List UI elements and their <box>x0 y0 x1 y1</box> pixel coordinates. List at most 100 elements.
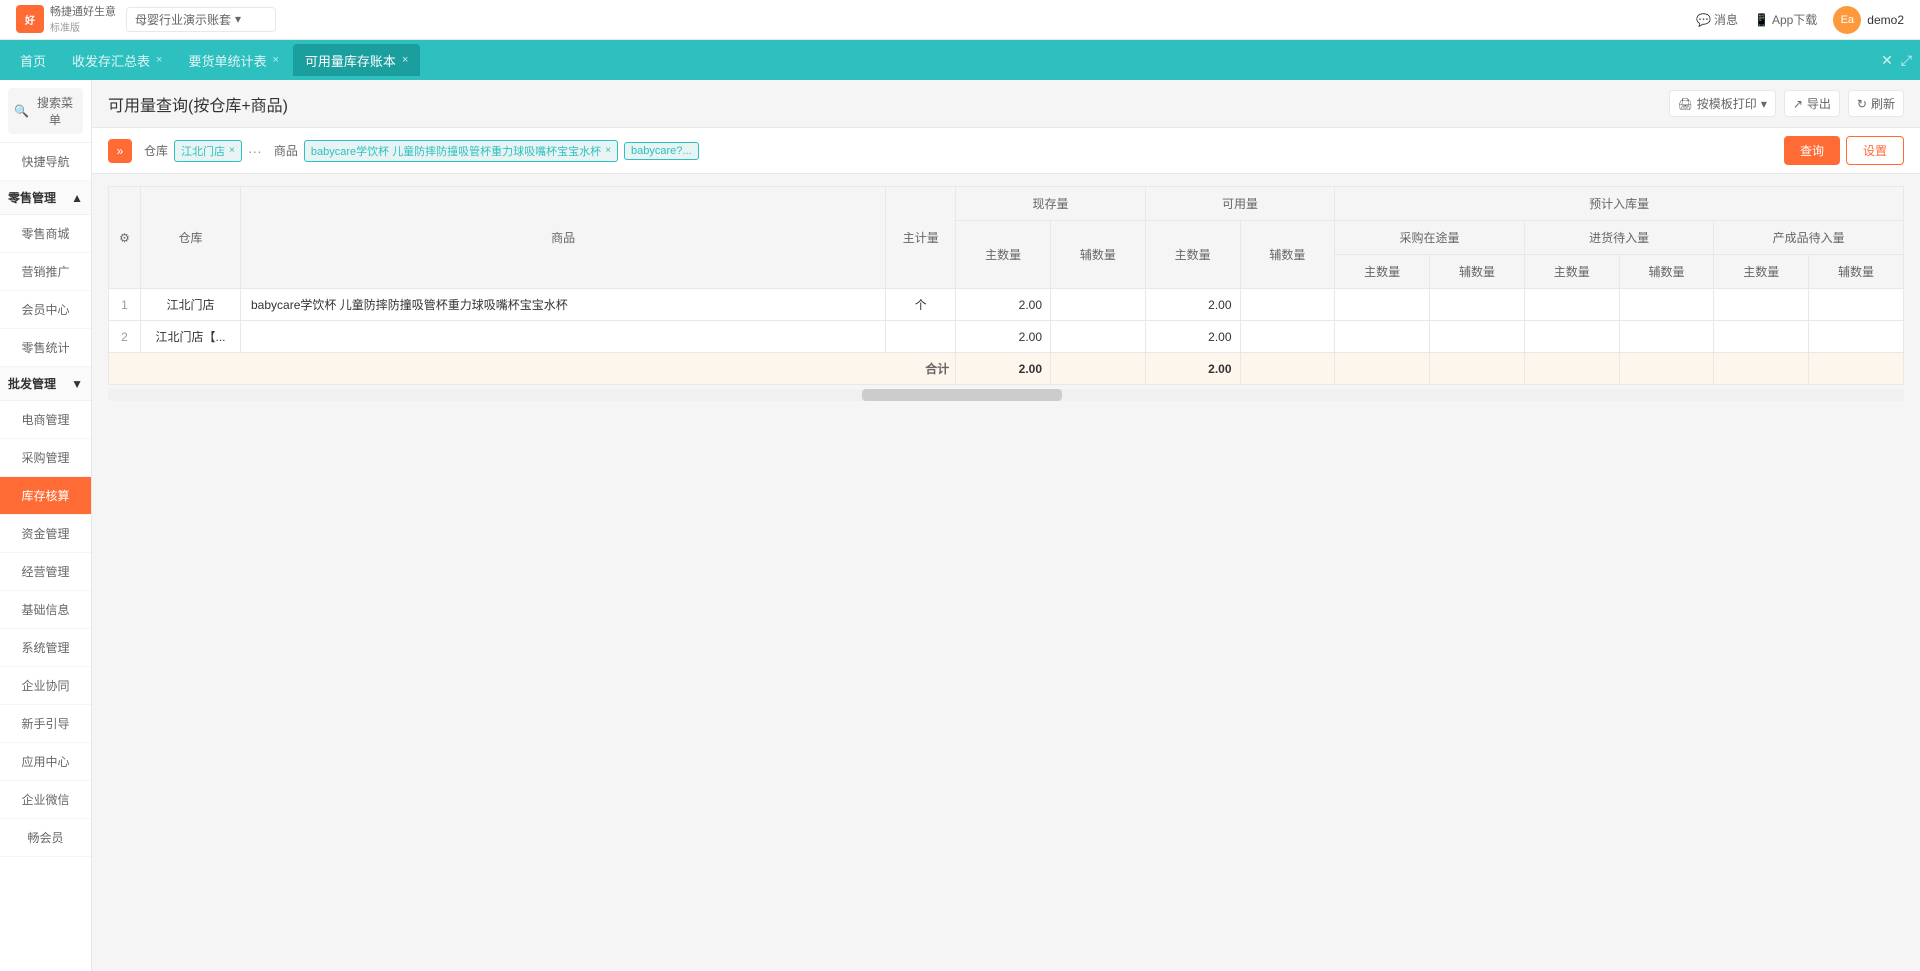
row-stock-aux <box>1051 289 1146 321</box>
refresh-label: 刷新 <box>1871 95 1895 112</box>
content-area: 可用量查询(按仓库+商品) 🖨 按模板打印 ▾ ↗ 导出 ↻ 刷新 <box>92 80 1920 971</box>
refresh-btn[interactable]: ↻ 刷新 <box>1848 90 1904 117</box>
data-table: ⚙ 仓库 商品 主计量 现存量 可用量 预计入库量 主数量 辅数量 主数量 辅数… <box>108 186 1904 385</box>
row-seq: 2 <box>109 321 141 353</box>
expand-filter-btn[interactable]: » <box>108 139 132 163</box>
sidebar-item-wechat[interactable]: 企业微信 <box>0 781 91 819</box>
sidebar-item-purchase[interactable]: 采购管理 <box>0 439 91 477</box>
th-purchase-transit: 采购在途量 <box>1335 221 1525 255</box>
sidebar-item-guide[interactable]: 新手引导 <box>0 705 91 743</box>
row-purchase-main <box>1335 289 1430 321</box>
tab-available-inventory[interactable]: 可用量库存账本 × <box>293 44 420 76</box>
sidebar-item-marketing[interactable]: 营销推广 <box>0 253 91 291</box>
gear-icon: ⚙ <box>119 231 130 245</box>
setting-btn[interactable]: 设置 <box>1846 136 1904 165</box>
row-unit: 个 <box>886 289 956 321</box>
product-tag-1-value: babycare学饮杯 儿童防摔防撞吸管杯重力球吸嘴杯宝宝水杯 <box>311 143 601 159</box>
sidebar-item-quick-nav[interactable]: 快捷导航 <box>0 143 91 181</box>
retail-label: 零售管理 <box>8 189 56 206</box>
export-icon: ↗ <box>1793 97 1803 111</box>
th-planned-in: 预计入库量 <box>1335 187 1904 221</box>
logo-text: 畅捷通好生意 <box>50 5 116 19</box>
sidebar-item-retail-mall[interactable]: 零售商城 <box>0 215 91 253</box>
top-bar-left: 好 畅捷通好生意 标准版 母婴行业演示账套 ▾ <box>16 5 276 34</box>
sidebar-item-system[interactable]: 系统管理 <box>0 629 91 667</box>
print-icon: 🖨 <box>1678 97 1693 111</box>
app-download-btn[interactable]: 📱 App下载 <box>1754 11 1817 28</box>
sidebar-search: 🔍 搜索菜单 <box>0 80 91 143</box>
total-available-main: 2.00 <box>1145 353 1240 385</box>
sidebar-section-wholesale[interactable]: 批发管理 ▼ <box>0 367 91 401</box>
enterprise-label: 企业协同 <box>21 677 69 694</box>
horizontal-scrollbar[interactable] <box>108 389 1904 401</box>
row-production-main <box>1714 321 1809 353</box>
tab-order-stats[interactable]: 要货单统计表 × <box>176 44 290 76</box>
row-stock-main: 2.00 <box>956 321 1051 353</box>
tab-close-all[interactable]: ✕ <box>1881 52 1893 69</box>
warehouse-tag[interactable]: 江北门店 × <box>174 140 242 162</box>
tab-home[interactable]: 首页 <box>8 44 58 76</box>
sidebar-item-vip[interactable]: 畅会员 <box>0 819 91 857</box>
tab-order-stats-close[interactable]: × <box>272 54 278 66</box>
sidebar-item-enterprise[interactable]: 企业协同 <box>0 667 91 705</box>
sidebar-item-apps[interactable]: 应用中心 <box>0 743 91 781</box>
row-warehouse: 江北门店 <box>141 289 241 321</box>
sidebar-item-inventory[interactable]: 库存核算 <box>0 477 91 515</box>
row-seq: 1 <box>109 289 141 321</box>
total-p-aux <box>1430 353 1525 385</box>
vip-label: 畅会员 <box>27 829 63 846</box>
th-gear[interactable]: ⚙ <box>109 187 141 289</box>
product-tag-1-close[interactable]: × <box>605 145 611 156</box>
sidebar-item-operations[interactable]: 经营管理 <box>0 553 91 591</box>
warehouse-tag-close[interactable]: × <box>229 145 235 156</box>
total-i-main <box>1524 353 1619 385</box>
tab-receive-send[interactable]: 收发存汇总表 × <box>60 44 174 76</box>
refresh-icon: ↻ <box>1857 97 1867 111</box>
tab-order-stats-label: 要货单统计表 <box>188 51 266 70</box>
chevron-down-icon2: ▼ <box>71 377 83 391</box>
tab-expand[interactable]: ⤢ <box>1901 52 1912 69</box>
warehouse-more[interactable]: ··· <box>248 143 262 159</box>
industry-selector[interactable]: 母婴行业演示账套 ▾ <box>126 7 276 32</box>
total-available-aux <box>1240 353 1335 385</box>
product-tag-1[interactable]: babycare学饮杯 儿童防摔防撞吸管杯重力球吸嘴杯宝宝水杯 × <box>304 140 618 162</box>
total-prod-aux <box>1809 353 1904 385</box>
row-available-aux <box>1240 321 1335 353</box>
th-incoming: 进货待入量 <box>1524 221 1714 255</box>
th-stock-aux: 辅数量 <box>1051 221 1146 289</box>
operations-label: 经营管理 <box>21 563 69 580</box>
print-btn[interactable]: 🖨 按模板打印 ▾ <box>1669 90 1776 117</box>
page-header: 可用量查询(按仓库+商品) 🖨 按模板打印 ▾ ↗ 导出 ↻ 刷新 <box>92 80 1920 128</box>
phone-icon: 📱 <box>1754 13 1769 27</box>
user-name: demo2 <box>1867 13 1904 27</box>
query-btn[interactable]: 查询 <box>1784 136 1840 165</box>
th-purchase-aux: 辅数量 <box>1430 255 1525 289</box>
message-btn[interactable]: 💬 消息 <box>1696 11 1738 28</box>
total-label: 合计 <box>109 353 956 385</box>
guide-label: 新手引导 <box>21 715 69 732</box>
row-stock-aux <box>1051 321 1146 353</box>
sidebar-item-basics[interactable]: 基础信息 <box>0 591 91 629</box>
th-production-aux: 辅数量 <box>1809 255 1904 289</box>
user-profile[interactable]: Ea demo2 <box>1833 6 1904 34</box>
quick-nav-label: 快捷导航 <box>21 153 69 170</box>
sidebar-section-retail[interactable]: 零售管理 ▲ <box>0 181 91 215</box>
logo-icon: 好 <box>16 5 44 33</box>
search-menu-btn[interactable]: 🔍 搜索菜单 <box>8 88 83 134</box>
table-body: 1 江北门店 babycare学饮杯 儿童防摔防撞吸管杯重力球吸嘴杯宝宝水杯 个… <box>109 289 1904 353</box>
product-tag-2[interactable]: babycare?... <box>624 142 699 160</box>
export-btn[interactable]: ↗ 导出 <box>1784 90 1840 117</box>
total-stock-aux <box>1051 353 1146 385</box>
sidebar-item-member[interactable]: 会员中心 <box>0 291 91 329</box>
tab-available-inventory-close[interactable]: × <box>402 54 408 66</box>
warehouse-tag-value: 江北门店 <box>181 143 225 159</box>
row-production-aux <box>1809 289 1904 321</box>
system-label: 系统管理 <box>21 639 69 656</box>
sidebar-item-finance[interactable]: 资金管理 <box>0 515 91 553</box>
industry-label: 母婴行业演示账套 <box>135 11 231 28</box>
sidebar-item-ecommerce[interactable]: 电商管理 <box>0 401 91 439</box>
th-incoming-aux: 辅数量 <box>1619 255 1714 289</box>
tab-receive-send-close[interactable]: × <box>156 54 162 66</box>
sidebar-item-retail-stats[interactable]: 零售统计 <box>0 329 91 367</box>
product-filter-group: 商品 babycare学饮杯 儿童防摔防撞吸管杯重力球吸嘴杯宝宝水杯 × bab… <box>274 140 699 162</box>
